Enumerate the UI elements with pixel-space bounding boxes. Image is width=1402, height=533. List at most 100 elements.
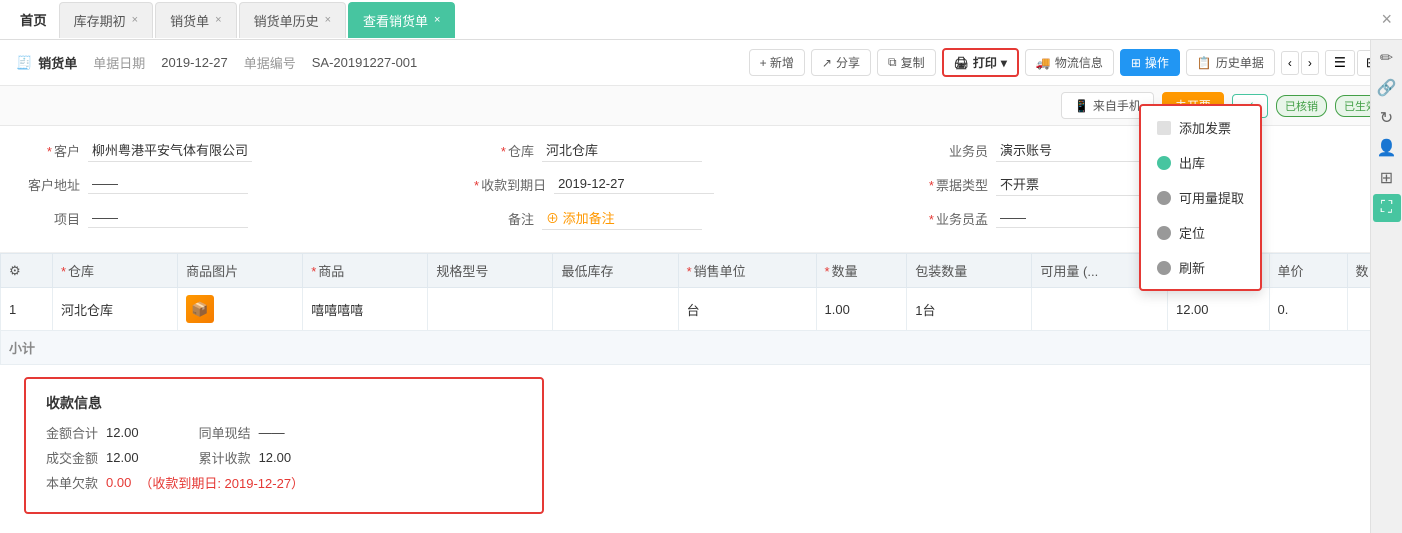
tab-view-sales-label: 查看销货单 [363,11,428,30]
col-spec: 规格型号 [428,254,553,288]
history-label: 历史单据 [1216,54,1264,71]
history-button[interactable]: 📋 历史单据 [1186,49,1275,76]
row-available [1032,288,1168,331]
window-close-button[interactable]: × [1381,9,1392,30]
payment-row-2: 成交金额 12.00 累计收款 12.00 [46,448,522,467]
print-button[interactable]: 🖨 打印 ▾ [942,48,1019,77]
tab-inventory[interactable]: 库存期初 × [59,2,153,38]
close-view-sales-tab-icon[interactable]: × [434,14,440,26]
payment-date-value[interactable]: 2019-12-27 [554,174,714,194]
copy-icon: ⧉ [888,55,897,70]
close-sales-history-tab-icon[interactable]: × [325,14,331,26]
project-label: 项目 [20,209,80,228]
row-pack-qty: 1台 [907,288,1032,331]
outbound-item[interactable]: 出库 [1141,145,1260,180]
subtotal-label: 小计 [1,331,1402,365]
total-value: 12.00 [106,425,139,440]
row-current-stock: 12.00 [1167,288,1269,331]
document-actions: + 新增 ↗ 分享 ⧉ 复制 🖨 打印 ▾ 🚚 物流信息 ⊞ 操作 [749,48,1386,77]
locate-item[interactable]: 定位 [1141,215,1260,250]
transaction-item: 成交金额 12.00 [46,448,139,467]
customer-value[interactable]: 柳州粤港平安气体有限公司 [88,138,252,162]
list-view-button[interactable]: ☰ [1325,50,1355,76]
tab-home[interactable]: 首页 [10,4,57,35]
same-order-value: —— [259,425,285,440]
project-field: 项目 —— [20,208,474,228]
same-order-label: 同单现结 [199,423,251,442]
close-inventory-tab-icon[interactable]: × [132,14,138,26]
employee-value: 演示账号 [996,138,1156,162]
due-note[interactable]: （收款到期日: 2019-12-27） [139,473,304,492]
add-invoice-label: 添加发票 [1179,118,1231,137]
right-sidebar: ✏ 🔗 ↻ 👤 ⊞ ⛶ [1370,40,1402,533]
col-gear[interactable]: ⚙ [1,254,53,288]
payment-row-3: 本单欠款 0.00 （收款到期日: 2019-12-27） [46,473,522,492]
sidebar-table-icon[interactable]: ⊞ [1373,164,1401,192]
row-spec [428,288,553,331]
close-sales-tab-icon[interactable]: × [215,14,221,26]
gear-icon[interactable]: ⚙ [9,263,21,278]
tab-sales-history[interactable]: 销货单历史 × [239,2,346,38]
sidebar-expand-icon[interactable]: ⛶ [1373,194,1401,222]
col-image: 商品图片 [178,254,303,288]
add-remark-button[interactable]: ⊕ 添加备注 [542,206,702,230]
refresh-icon [1157,261,1171,275]
cumulative-value: 12.00 [259,450,292,465]
next-button[interactable]: › [1301,51,1319,75]
outbound-icon [1157,156,1171,170]
warehouse-value[interactable]: 河北仓库 [542,138,702,162]
col-warehouse: 仓库 [52,254,177,288]
available-qty-item[interactable]: 可用量提取 [1141,180,1260,215]
date-label: 单据日期 [93,53,145,72]
tab-inventory-label: 库存期初 [74,11,126,30]
document-meta: 单据日期 2019-12-27 单据编号 SA-20191227-001 [93,53,417,72]
phone-icon: 📱 [1074,99,1089,113]
row-min-stock [553,288,678,331]
tab-sales[interactable]: 销货单 × [155,2,236,38]
same-order-item: 同单现结 —— [199,423,285,442]
logistics-button[interactable]: 🚚 物流信息 [1025,49,1114,76]
tab-view-sales[interactable]: 查看销货单 × [348,2,455,38]
sidebar-refresh-icon[interactable]: ↻ [1373,104,1401,132]
row-warehouse: 河北仓库 [52,288,177,331]
available-qty-label: 可用量提取 [1179,188,1244,207]
payment-date-field: 收款到期日 2019-12-27 [474,174,928,194]
row-product[interactable]: 嘻嘻嘻嘻 [303,288,428,331]
logistics-label: 物流信息 [1055,54,1103,71]
refresh-item[interactable]: 刷新 [1141,250,1260,285]
ticket-type-value[interactable]: 不开票 [996,172,1156,196]
locate-icon [1157,226,1171,240]
document-header: 🧾 销货单 单据日期 2019-12-27 单据编号 SA-20191227-0… [0,40,1402,86]
operate-button[interactable]: ⊞ 操作 [1120,49,1180,76]
operate-icon: ⊞ [1131,56,1141,70]
remark-field: 备注 ⊕ 添加备注 [474,206,928,230]
operation-dropdown-menu: 添加发票 出库 可用量提取 定位 刷新 [1139,104,1262,291]
new-button[interactable]: + 新增 [749,49,805,76]
address-value[interactable]: —— [88,174,248,194]
remark-label: 备注 [474,209,534,228]
sidebar-edit-icon[interactable]: ✏ [1373,44,1401,72]
main-content: 🧾 销货单 单据日期 2019-12-27 单据编号 SA-20191227-0… [0,40,1402,533]
sidebar-link-icon[interactable]: 🔗 [1373,74,1401,102]
prev-button[interactable]: ‹ [1281,51,1299,75]
cumulative-label: 累计收款 [199,448,251,467]
address-label: 客户地址 [20,175,80,194]
subtotal-row: 小计 [1,331,1402,365]
number-label: 单据编号 [244,53,296,72]
project-value[interactable]: —— [88,208,248,228]
row-image: 📦 [178,288,303,331]
locate-label: 定位 [1179,223,1205,242]
share-button[interactable]: ↗ 分享 [811,49,871,76]
transaction-value: 12.00 [106,450,139,465]
copy-button[interactable]: ⧉ 复制 [877,49,936,76]
payment-info-box: 收款信息 金额合计 12.00 同单现结 —— 成交金额 12.00 累计收款 [24,377,544,514]
col-product: 商品 [303,254,428,288]
date-value: 2019-12-27 [161,55,228,70]
add-invoice-item[interactable]: 添加发票 [1141,110,1260,145]
salesperson-value[interactable]: —— [996,208,1156,228]
sidebar-user-icon[interactable]: 👤 [1373,134,1401,162]
payment-title: 收款信息 [46,393,522,413]
copy-label: 复制 [901,54,925,71]
payment-date-label: 收款到期日 [474,175,546,194]
warehouse-field: 仓库 河北仓库 [474,138,928,162]
